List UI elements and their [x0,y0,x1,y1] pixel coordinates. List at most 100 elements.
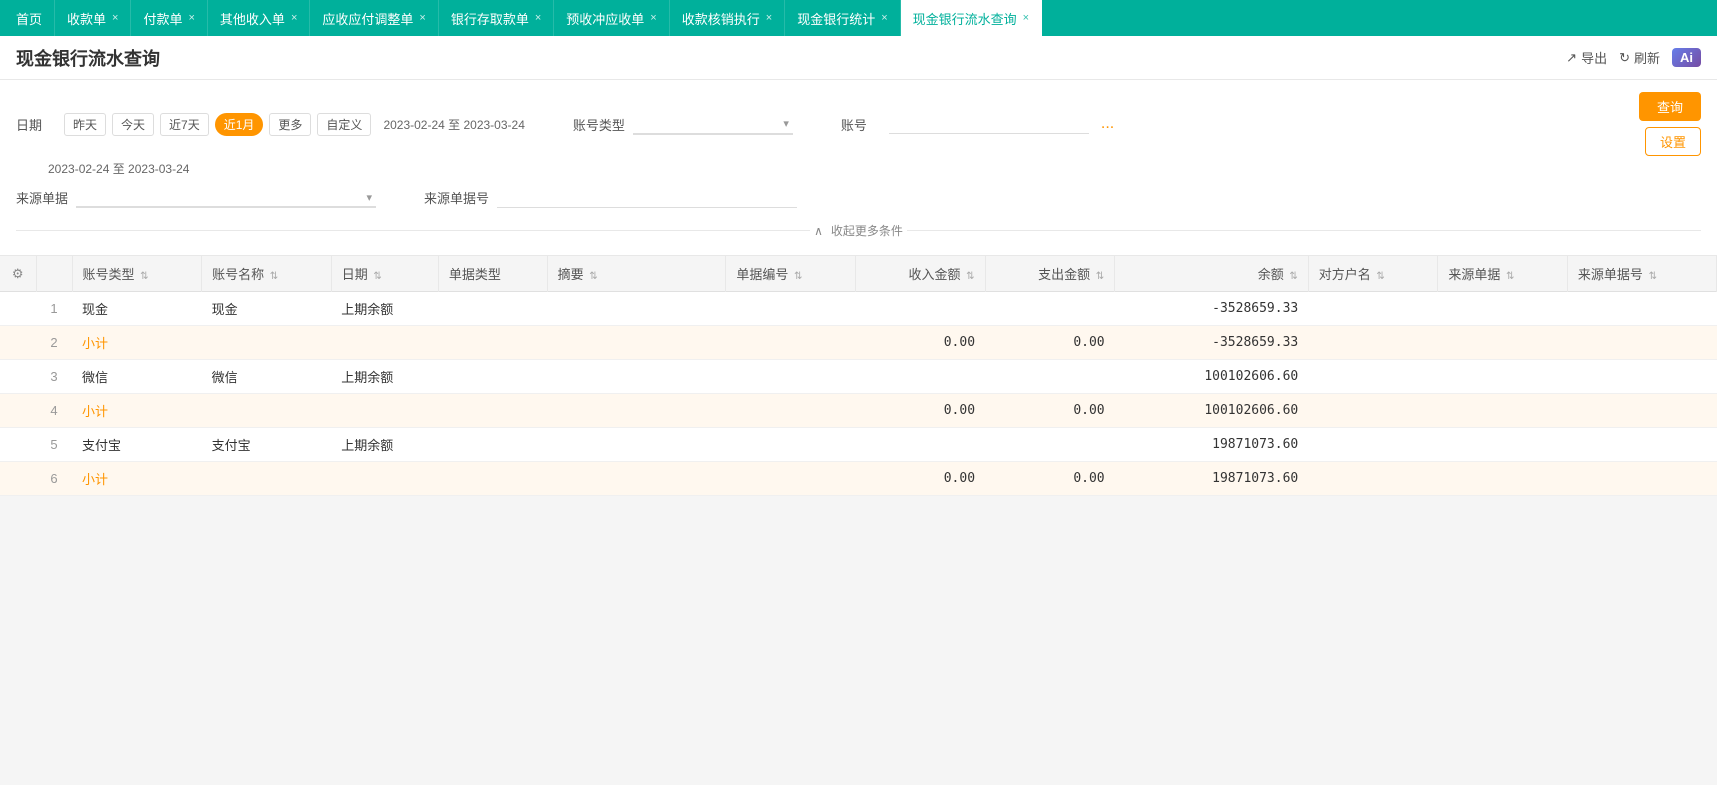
nav-payment[interactable]: 付款单 × [131,0,207,36]
close-prepay-icon[interactable]: × [650,12,656,24]
nav-prepay-offset[interactable]: 预收冲应收单 × [554,0,669,36]
th-source-doc-no[interactable]: 来源单据号 ⇅ [1567,256,1716,292]
td-date [331,326,438,360]
close-payment-icon[interactable]: × [188,12,194,24]
th-source-doc[interactable]: 来源单据 ⇅ [1438,256,1568,292]
date-range-display: 2023-02-24 至 2023-03-24 [383,116,524,133]
td-num: 6 [36,462,72,496]
close-other-income-icon[interactable]: × [291,12,297,24]
th-doc-type: 单据类型 [438,256,547,292]
sort-date-icon: ⇅ [373,271,381,282]
account-filter-group: 账号 ... [841,114,1114,134]
th-income[interactable]: 收入金额 ⇅ [855,256,985,292]
td-counterparty [1308,428,1438,462]
table-row: 1 现金 现金 上期余额 -3528659.33 [0,292,1717,326]
date-1month[interactable]: 近1月 [215,113,264,136]
td-account-type: 小计 [72,326,202,360]
nav-cash-bank-flow[interactable]: 现金银行流水查询 × [901,0,1042,36]
td-balance: 100102606.60 [1115,394,1309,428]
nav-collection-exec[interactable]: 收款核销执行 × [670,0,785,36]
close-collection-icon[interactable]: × [766,12,772,24]
ai-badge[interactable]: Ai [1672,48,1701,67]
date-custom[interactable]: 自定义 [317,113,371,136]
settings-button[interactable]: 设置 [1645,127,1701,156]
account-ellipsis-button[interactable]: ... [1101,115,1114,133]
source-doc-select-wrapper: ▾ [76,187,376,208]
nav-cash-bank-stats[interactable]: 现金银行统计 × [785,0,900,36]
refresh-button[interactable]: ↻ 刷新 [1619,48,1660,67]
source-doc-num-filter-group: 来源单据号 [424,188,797,208]
export-icon: ↗ [1566,50,1577,66]
td-counterparty [1308,292,1438,326]
close-ar-ap-icon[interactable]: × [419,12,425,24]
source-doc-filter-group: 来源单据 ▾ [16,187,376,208]
close-bank-deposit-icon[interactable]: × [535,12,541,24]
td-source-doc-no [1567,428,1716,462]
nav-bank-deposit[interactable]: 银行存取款单 × [439,0,554,36]
td-expense [985,292,1115,326]
export-button[interactable]: ↗ 导出 [1566,48,1607,67]
td-date: 上期余额 [331,360,438,394]
th-date[interactable]: 日期 ⇅ [331,256,438,292]
td-source-doc [1438,360,1568,394]
collapse-button[interactable]: ∧ 收起更多条件 [16,218,1701,243]
td-balance: -3528659.33 [1115,292,1309,326]
td-account-type: 微信 [72,360,202,394]
table-row: 5 支付宝 支付宝 上期余额 19871073.60 [0,428,1717,462]
date-more[interactable]: 更多 [269,113,311,136]
close-stats-icon[interactable]: × [881,12,887,24]
query-button[interactable]: 查询 [1639,92,1701,121]
date-7days[interactable]: 近7天 [160,113,209,136]
td-summary [547,428,726,462]
nav-other-income[interactable]: 其他收入单 × [208,0,310,36]
source-doc-num-input[interactable] [497,188,797,208]
account-type-cell: 支付宝 [82,438,121,453]
td-account-name [202,394,332,428]
sort-account-name-icon: ⇅ [270,271,278,282]
th-expense[interactable]: 支出金额 ⇅ [985,256,1115,292]
td-gear [0,360,36,394]
page-title: 现金银行流水查询 [16,45,160,71]
td-source-doc [1438,394,1568,428]
date-options: 昨天 今天 近7天 近1月 更多 自定义 [64,113,371,136]
account-type-label: 账号类型 [573,115,625,134]
sort-income-icon: ⇅ [966,271,974,282]
td-account-name: 微信 [202,360,332,394]
source-doc-select[interactable] [76,187,376,207]
close-receipt-icon[interactable]: × [112,12,118,24]
table-row: 4 小计 0.00 0.00 100102606.60 [0,394,1717,428]
th-account-name[interactable]: 账号名称 ⇅ [202,256,332,292]
td-account-type: 支付宝 [72,428,202,462]
th-account-type[interactable]: 账号类型 ⇅ [72,256,202,292]
th-counterparty[interactable]: 对方户名 ⇅ [1308,256,1438,292]
td-balance: 19871073.60 [1115,462,1309,496]
account-input[interactable] [889,114,1089,134]
td-account-type: 现金 [72,292,202,326]
date-filter-group: 日期 昨天 今天 近7天 近1月 更多 自定义 2023-02-24 至 202… [16,113,525,136]
nav-receipt[interactable]: 收款单 × [55,0,131,36]
close-flow-icon[interactable]: × [1023,12,1029,24]
nav-home[interactable]: 首页 [4,0,55,36]
th-summary[interactable]: 摘要 ⇅ [547,256,726,292]
td-source-doc-no [1567,326,1716,360]
sort-source-doc-icon: ⇅ [1506,271,1514,282]
subtotal-label: 小计 [82,472,108,487]
td-doc-no [726,292,856,326]
date-today[interactable]: 今天 [112,113,154,136]
td-doc-type [438,462,547,496]
th-gear[interactable]: ⚙ [0,256,36,292]
sort-source-doc-no-icon: ⇅ [1649,271,1657,282]
nav-ar-ap-adjust[interactable]: 应收应付调整单 × [310,0,438,36]
th-doc-no[interactable]: 单据编号 ⇅ [726,256,856,292]
th-balance[interactable]: 余额 ⇅ [1115,256,1309,292]
td-expense: 0.00 [985,462,1115,496]
td-gear [0,326,36,360]
th-num [36,256,72,292]
account-type-select[interactable] [633,114,793,134]
td-counterparty [1308,326,1438,360]
td-income [855,360,985,394]
date-yesterday[interactable]: 昨天 [64,113,106,136]
account-type-cell: 微信 [82,370,108,385]
td-summary [547,292,726,326]
gear-icon[interactable]: ⚙ [12,266,24,281]
